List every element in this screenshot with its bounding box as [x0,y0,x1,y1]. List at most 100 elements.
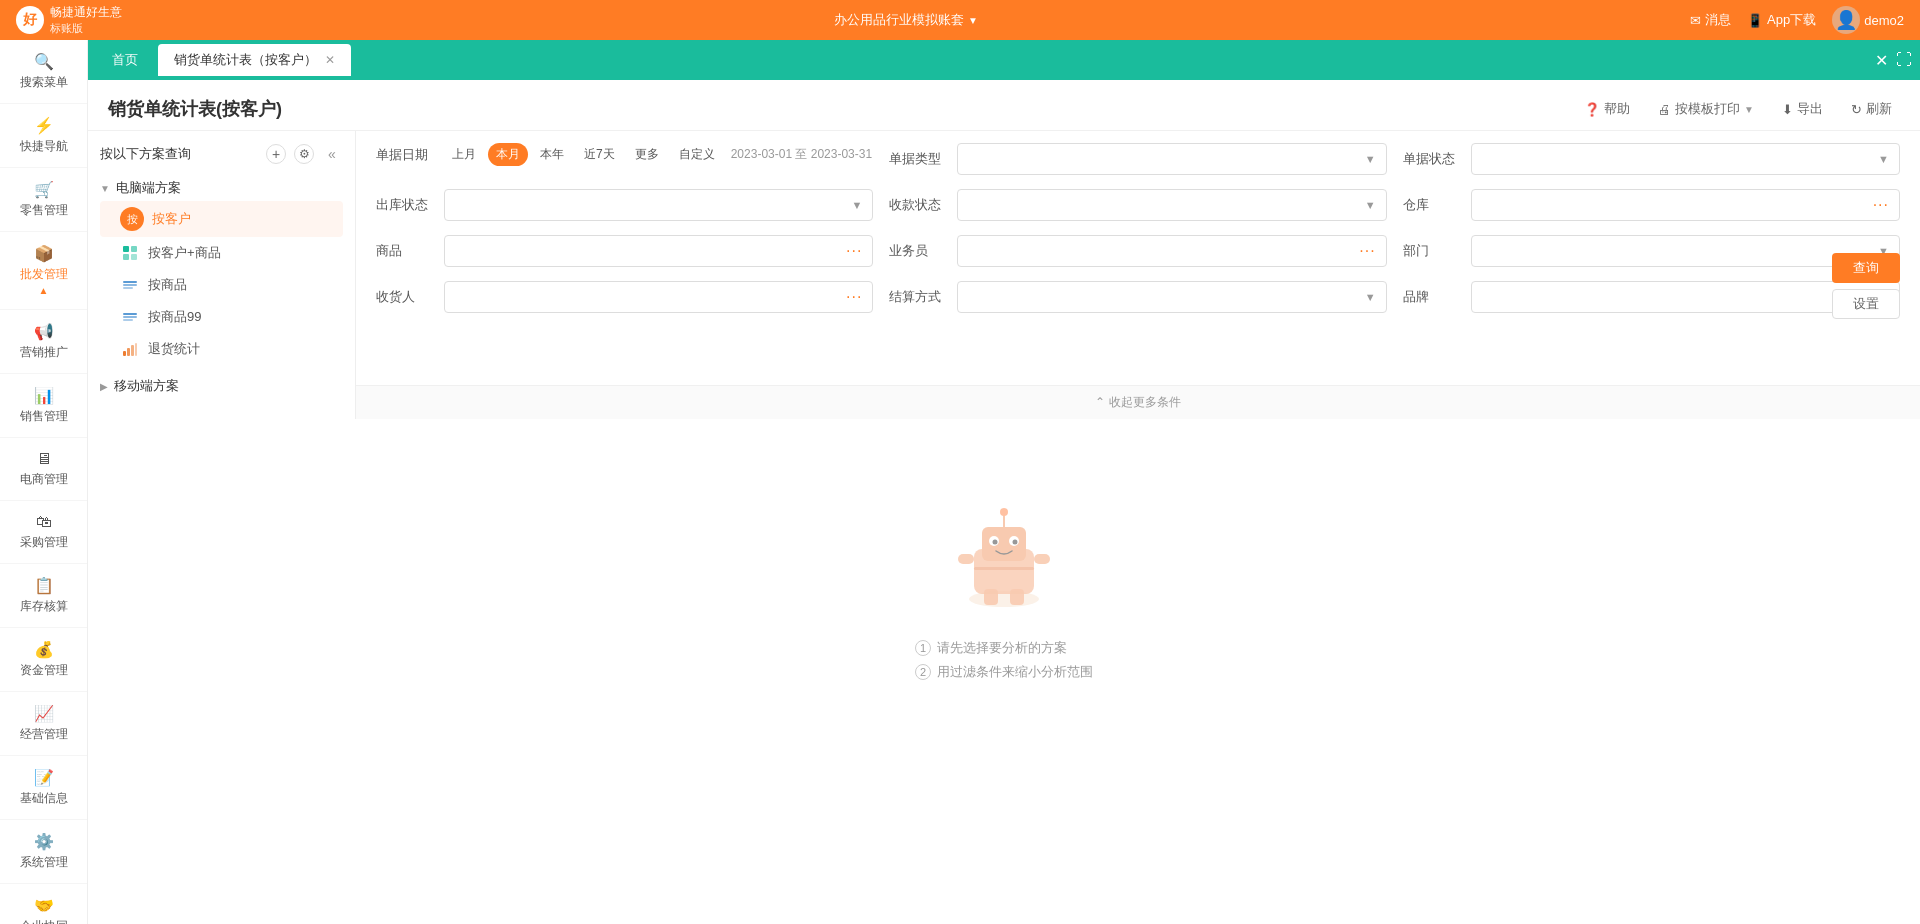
sidebar-item-finance[interactable]: 💰 资金管理 [0,628,87,692]
svg-rect-0 [123,246,129,252]
expand-icon2: ▶ [100,381,108,392]
goods-select[interactable]: ··· [444,235,873,267]
scheme-item-customer-goods[interactable]: 按客户+商品 [100,237,343,269]
page-content: 销货单统计表(按客户) ❓ 帮助 🖨 按模板打印 ▼ ⬇ [88,80,1920,924]
empty-tip-2: 2 用过滤条件来缩小分析范围 [915,663,1093,681]
sidebar-item-retail[interactable]: 🛒 零售管理 [0,168,87,232]
template-print-btn[interactable]: 🖨 按模板打印 ▼ [1650,96,1762,122]
sidebar-item-search-menu[interactable]: 🔍 搜索菜单 [0,40,87,104]
expand-icon: ▼ [100,183,110,194]
collapse-icon: ⌃ [1095,395,1105,409]
svg-rect-9 [123,319,133,321]
sidebar-item-wholesale[interactable]: 📦 批发管理 ▲ [0,232,87,310]
quick-nav-icon: ⚡ [8,116,79,135]
help-btn[interactable]: ❓ 帮助 [1576,96,1638,122]
svg-rect-27 [974,567,1034,570]
filter-item-order-status: 单据状态 ▼ [1403,143,1900,175]
marketing-icon: 📢 [8,322,79,341]
out-status-select[interactable]: ▼ [444,189,873,221]
sidebar-item-cooperation[interactable]: 🤝 企业协同 [0,884,87,924]
svg-rect-23 [958,554,974,564]
settlement-select[interactable]: ▼ [957,281,1386,313]
collect-status-select[interactable]: ▼ [957,189,1386,221]
refresh-btn[interactable]: ↻ 刷新 [1843,96,1900,122]
sidebar-item-operations[interactable]: 📈 经营管理 [0,692,87,756]
query-btn[interactable]: 查询 [1832,253,1900,283]
scheme-group-mobile: ▶ 移动端方案 [100,373,343,399]
svg-point-22 [1000,508,1008,516]
refresh-icon: ↻ [1851,102,1862,117]
sidebar-item-quick-nav[interactable]: ⚡ 快捷导航 [0,104,87,168]
date-tab-this-month[interactable]: 本月 [488,143,528,166]
scheme-item-by-goods[interactable]: 按商品 [100,269,343,301]
chevron-down-icon4: ▼ [1365,199,1376,211]
page-actions: ❓ 帮助 🖨 按模板打印 ▼ ⬇ 导出 ↻ [1576,96,1900,122]
receiver-select[interactable]: ··· [444,281,873,313]
dots-icon3: ··· [1359,242,1375,260]
sidebar-item-marketing[interactable]: 📢 营销推广 [0,310,87,374]
sidebar-item-inventory[interactable]: 📋 库存核算 [0,564,87,628]
svg-point-19 [993,540,998,545]
svg-rect-24 [1034,554,1050,564]
chevron-down-icon2: ▼ [1878,153,1889,165]
salesperson-select[interactable]: ··· [957,235,1386,267]
sidebar: 🔍 搜索菜单 ⚡ 快捷导航 🛒 零售管理 📦 批发管理 ▲ 📢 营销推广 � [0,40,88,924]
empty-tip-1: 1 请先选择要分析的方案 [915,639,1093,657]
sidebar-item-sales[interactable]: 📊 销售管理 [0,374,87,438]
svg-rect-7 [123,313,137,315]
date-tab-custom[interactable]: 自定义 [671,143,723,166]
sidebar-item-ecommerce[interactable]: 🖥 电商管理 [0,438,87,501]
avatar: 👤 [1832,6,1860,34]
scheme-group-header-mobile[interactable]: ▶ 移动端方案 [100,373,343,399]
print-icon: 🖨 [1658,102,1671,117]
scheme-add-btn[interactable]: + [265,143,287,165]
tab-close-all-icon[interactable]: ✕ [1875,51,1888,70]
tab-sales-stat[interactable]: 销货单统计表（按客户） ✕ [158,44,351,76]
date-tab-this-year[interactable]: 本年 [532,143,572,166]
date-tab-last-month[interactable]: 上月 [444,143,484,166]
scheme-icon3 [120,307,140,327]
basics-icon: 📝 [8,768,79,787]
tab-bar: 首页 销货单统计表（按客户） ✕ ✕ ⛶ [88,40,1920,80]
chevron-down-icon3: ▼ [851,199,862,211]
scheme-icon4 [120,339,140,359]
scheme-settings-btn[interactable]: ⚙ [293,143,315,165]
message-btn[interactable]: ✉ 消息 [1690,11,1731,29]
date-tab-7days[interactable]: 近7天 [576,143,623,166]
cooperation-icon: 🤝 [8,896,79,915]
scheme-item-by-goods-99[interactable]: 按商品99 [100,301,343,333]
user-menu[interactable]: 👤 demo2 [1832,6,1904,34]
collapse-bar[interactable]: ⌃ 收起更多条件 [356,385,1920,419]
svg-rect-1 [131,246,137,252]
sidebar-item-basics[interactable]: 📝 基础信息 [0,756,87,820]
date-tab-more[interactable]: 更多 [627,143,667,166]
main-layout: 🔍 搜索菜单 ⚡ 快捷导航 🛒 零售管理 📦 批发管理 ▲ 📢 营销推广 � [0,40,1920,924]
chevron-down-icon: ▼ [1365,153,1376,165]
chevron-down-icon: ▼ [1744,104,1754,115]
filter-item-department: 部门 ▼ [1403,235,1900,267]
export-icon: ⬇ [1782,102,1793,117]
industry-selector[interactable]: 办公用品行业模拟账套 ▼ [834,11,978,29]
tab-maximize-icon[interactable]: ⛶ [1896,51,1912,70]
filter-item-order-type: 单据类型 ▼ [889,143,1386,175]
date-filter-controls: 上月 本月 本年 近7天 更多 自定义 2023-03-01 至 2023-03… [444,143,872,166]
svg-rect-8 [123,316,137,318]
scheme-group-header-desktop[interactable]: ▼ 电脑端方案 [100,175,343,201]
scheme-item-return-stat[interactable]: 退货统计 [100,333,343,365]
scheme-collapse-btn[interactable]: « [321,143,343,165]
svg-rect-4 [123,281,137,283]
sidebar-item-system[interactable]: ⚙️ 系统管理 [0,820,87,884]
inventory-icon: 📋 [8,576,79,595]
order-type-select[interactable]: ▼ [957,143,1386,175]
settings-btn[interactable]: 设置 [1832,289,1900,319]
tab-close-btn[interactable]: ✕ [325,53,335,67]
scheme-item-by-customer[interactable]: 按 按客户 [100,201,343,237]
export-btn[interactable]: ⬇ 导出 [1774,96,1831,122]
message-icon: ✉ [1690,13,1701,28]
warehouse-select[interactable]: ··· [1471,189,1900,221]
tab-home[interactable]: 首页 [96,44,154,76]
app-download-btn[interactable]: 📱 App下载 [1747,11,1816,29]
order-status-select[interactable]: ▼ [1471,143,1900,175]
sidebar-item-purchase[interactable]: 🛍 采购管理 [0,501,87,564]
svg-rect-11 [127,348,130,356]
